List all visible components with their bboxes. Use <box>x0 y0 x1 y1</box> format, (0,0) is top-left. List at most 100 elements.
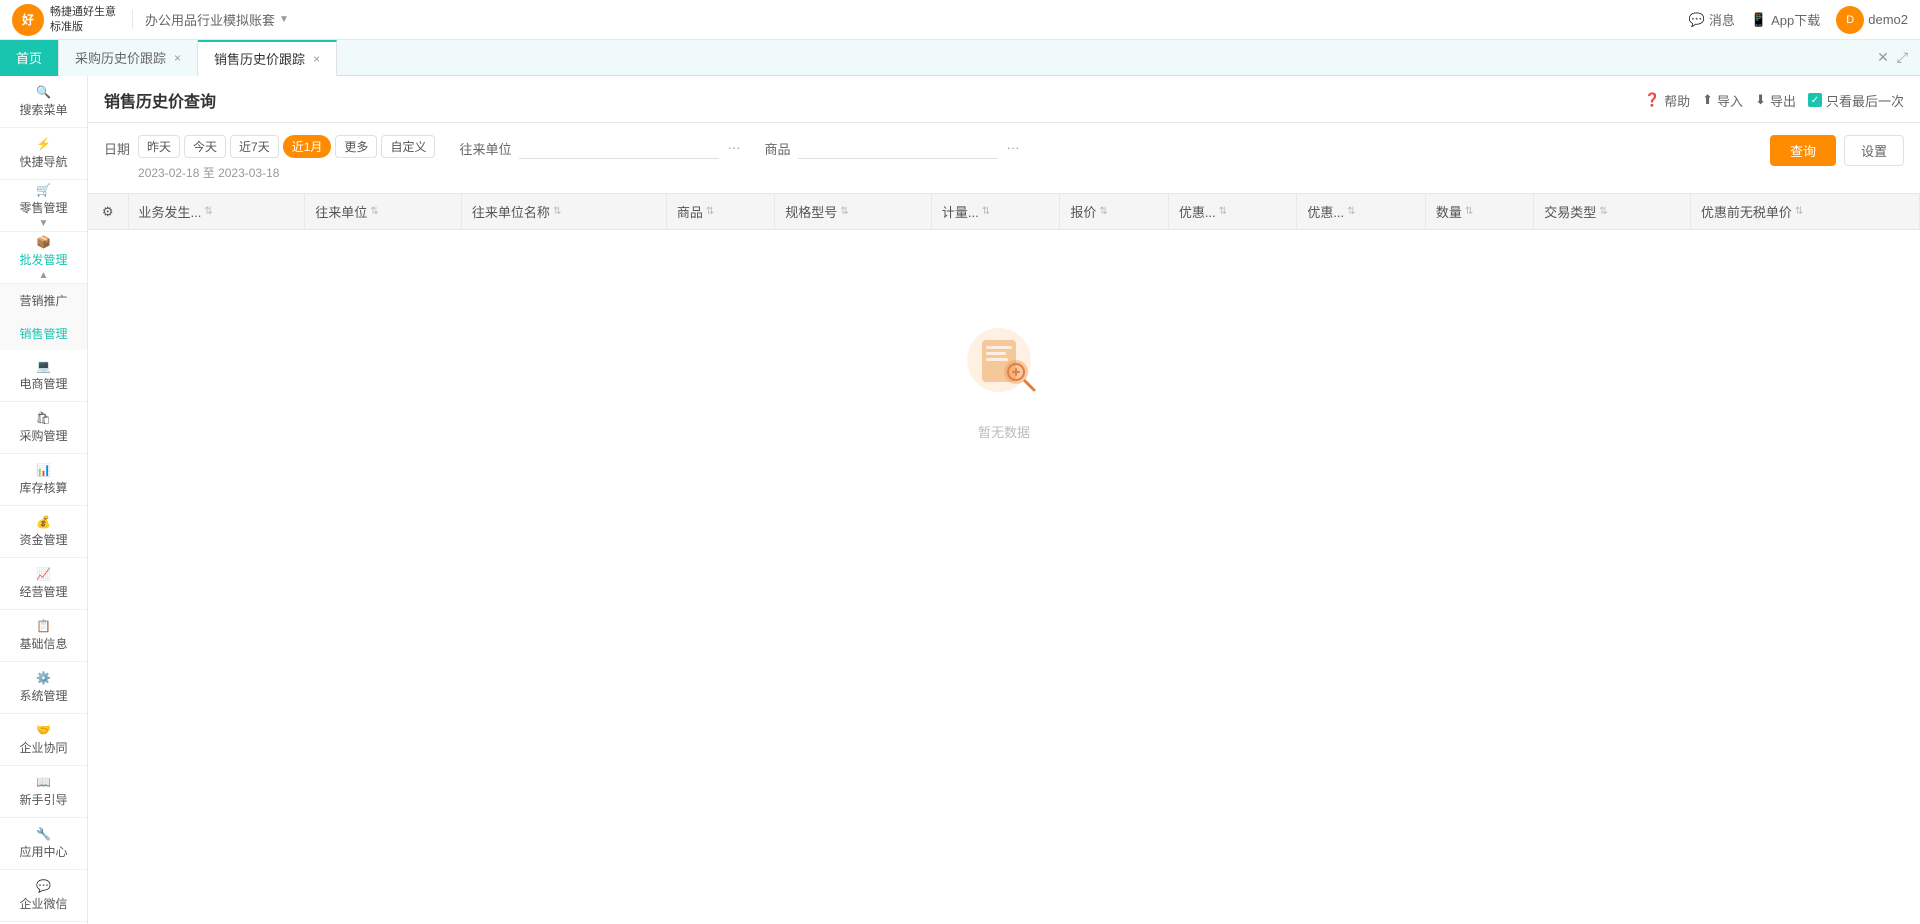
system-icon: ⚙️ <box>36 671 51 685</box>
download-icon: 📱 <box>1751 12 1767 28</box>
sidebar-item-system[interactable]: ⚙️ 系统管理 <box>0 662 87 714</box>
sort-quantity-icon: ⇅ <box>1465 206 1473 217</box>
empty-text: 暂无数据 <box>978 422 1030 441</box>
table-header-gear[interactable]: ⚙ <box>88 194 128 230</box>
sidebar-item-marketing[interactable]: 营销推广 <box>0 284 87 317</box>
home-tab-label: 首页 <box>16 48 42 67</box>
date-btn-more[interactable]: 更多 <box>335 135 377 158</box>
table-header-partner-code[interactable]: 往来单位 ⇅ <box>305 194 462 230</box>
tab-purchase-history[interactable]: 采购历史价跟踪 × <box>59 40 198 76</box>
date-btn-1month[interactable]: 近1月 <box>283 135 332 158</box>
partner-input[interactable] <box>519 135 719 159</box>
table-header-partner-name[interactable]: 往来单位名称 ⇅ <box>461 194 666 230</box>
product-input-group: ··· <box>798 135 1019 159</box>
sidebar-item-operation[interactable]: 📈 经营管理 <box>0 558 87 610</box>
inventory-icon: 📊 <box>36 463 51 477</box>
table-header-pre-tax-price[interactable]: 优惠前无税单价 ⇅ <box>1690 194 1919 230</box>
import-button[interactable]: ⬆ 导入 <box>1702 91 1743 110</box>
table-header-price[interactable]: 报价 ⇅ <box>1060 194 1168 230</box>
basic-icon: 📋 <box>36 619 51 633</box>
table-header-biz-date[interactable]: 业务发生... ⇅ <box>128 194 305 230</box>
message-icon: 💬 <box>1689 12 1705 28</box>
purchase-history-tab-label: 采购历史价跟踪 <box>75 48 166 67</box>
help-button[interactable]: ❓ 帮助 <box>1644 91 1690 110</box>
app-selector[interactable]: 办公用品行业模拟账套 ▼ <box>132 10 289 29</box>
partner-input-group: ··· <box>519 135 740 159</box>
date-btn-7days[interactable]: 近7天 <box>230 135 279 158</box>
sidebar-item-wholesale[interactable]: 📦 批发管理 ▲ <box>0 232 87 284</box>
logo-text: 畅捷通好生意 标准版 <box>50 5 116 34</box>
close-purchase-tab-icon[interactable]: × <box>174 51 181 65</box>
message-button[interactable]: 💬 消息 <box>1689 10 1735 29</box>
sidebar-item-wechat[interactable]: 💬 企业微信 <box>0 870 87 922</box>
close-window-icon[interactable]: ✕ <box>1877 49 1889 66</box>
tab-home[interactable]: 首页 <box>0 40 59 76</box>
maximize-icon[interactable]: ⤢ <box>1897 49 1908 66</box>
tab-sales-history[interactable]: 销售历史价跟踪 × <box>198 40 337 76</box>
newbie-icon: 📖 <box>36 775 51 789</box>
topbar: 好 畅捷通好生意 标准版 办公用品行业模拟账套 ▼ 💬 消息 📱 App下载 D… <box>0 0 1920 40</box>
export-button[interactable]: ⬇ 导出 <box>1755 91 1796 110</box>
retail-icon: 🛒 <box>36 183 51 197</box>
help-icon: ❓ <box>1644 92 1660 108</box>
content-area: 销售历史价查询 ❓ 帮助 ⬆ 导入 ⬇ 导出 只看最后一次 <box>88 76 1920 924</box>
sidebar-item-appstore[interactable]: 🔧 应用中心 <box>0 818 87 870</box>
ecommerce-icon: 💻 <box>36 359 51 373</box>
product-input[interactable] <box>798 135 998 159</box>
filter-right: 查询 设置 <box>1770 135 1904 166</box>
sidebar: 🔍 搜索菜单 ⚡ 快捷导航 🛒 零售管理 ▼ 📦 批发管理 ▲ 营销推广 销售管… <box>0 76 88 924</box>
table-container: ⚙ 业务发生... ⇅ 往来单位 ⇅ <box>88 194 1920 924</box>
table-header-quantity[interactable]: 数量 ⇅ <box>1425 194 1533 230</box>
setting-button[interactable]: 设置 <box>1844 135 1904 166</box>
app-download-button[interactable]: 📱 App下载 <box>1751 10 1820 29</box>
sidebar-item-newbie[interactable]: 📖 新手引导 <box>0 766 87 818</box>
sidebar-item-purchase[interactable]: 🛍 采购管理 <box>0 402 87 454</box>
purchase-icon: 🛍 <box>36 411 51 425</box>
main-layout: 🔍 搜索菜单 ⚡ 快捷导航 🛒 零售管理 ▼ 📦 批发管理 ▲ 营销推广 销售管… <box>0 76 1920 924</box>
sort-discount1-icon: ⇅ <box>1219 206 1227 217</box>
chevron-down-icon: ▼ <box>279 14 289 25</box>
data-table: ⚙ 业务发生... ⇅ 往来单位 ⇅ <box>88 194 1920 230</box>
show-last-checkbox[interactable] <box>1808 93 1822 107</box>
sort-product-icon: ⇅ <box>706 206 714 217</box>
table-header-discount1[interactable]: 优惠... ⇅ <box>1168 194 1297 230</box>
sidebar-item-sales[interactable]: 销售管理 <box>0 317 87 350</box>
partner-picker-icon[interactable]: ··· <box>727 140 740 155</box>
sidebar-wholesale-expanded: 营销推广 销售管理 <box>0 284 87 350</box>
date-btn-yesterday[interactable]: 昨天 <box>138 135 180 158</box>
table-header-discount2[interactable]: 优惠... ⇅ <box>1297 194 1426 230</box>
sidebar-item-retail[interactable]: 🛒 零售管理 ▼ <box>0 180 87 232</box>
tabbar: 首页 采购历史价跟踪 × 销售历史价跟踪 × ✕ ⤢ <box>0 40 1920 76</box>
table-header-unit[interactable]: 计量... ⇅ <box>931 194 1060 230</box>
sort-trade-type-icon: ⇅ <box>1599 206 1607 217</box>
query-button[interactable]: 查询 <box>1770 135 1836 166</box>
operation-icon: 📈 <box>36 567 51 581</box>
topbar-left: 好 畅捷通好生意 标准版 办公用品行业模拟账套 ▼ <box>12 4 289 36</box>
product-filter-group: 商品 ··· <box>764 135 1019 159</box>
sidebar-item-finance[interactable]: 💰 资金管理 <box>0 506 87 558</box>
filter-area: 日期 昨天 今天 近7天 近1月 更多 自定义 2023-02-18 至 202… <box>88 123 1920 194</box>
shortcut-icon: ⚡ <box>36 137 51 151</box>
table-header-spec[interactable]: 规格型号 ⇅ <box>775 194 932 230</box>
table-header-trade-type[interactable]: 交易类型 ⇅ <box>1534 194 1691 230</box>
date-btn-custom[interactable]: 自定义 <box>381 135 435 158</box>
user-menu[interactable]: D demo2 <box>1836 6 1908 34</box>
sidebar-item-inventory[interactable]: 📊 库存核算 <box>0 454 87 506</box>
sort-unit-icon: ⇅ <box>982 206 990 217</box>
show-last-checkbox-group[interactable]: 只看最后一次 <box>1808 91 1904 110</box>
appstore-icon: 🔧 <box>36 827 51 841</box>
sidebar-item-search[interactable]: 🔍 搜索菜单 <box>0 76 87 128</box>
product-picker-icon[interactable]: ··· <box>1006 140 1019 155</box>
product-filter-label: 商品 <box>764 139 790 158</box>
date-buttons: 昨天 今天 近7天 近1月 更多 自定义 <box>138 135 435 158</box>
table-header-product[interactable]: 商品 ⇅ <box>666 194 774 230</box>
sidebar-item-basic[interactable]: 📋 基础信息 <box>0 610 87 662</box>
page-header: 销售历史价查询 ❓ 帮助 ⬆ 导入 ⬇ 导出 只看最后一次 <box>88 76 1920 123</box>
close-sales-tab-icon[interactable]: × <box>313 52 320 66</box>
sidebar-item-ecommerce[interactable]: 💻 电商管理 <box>0 350 87 402</box>
sidebar-item-shortcut[interactable]: ⚡ 快捷导航 <box>0 128 87 180</box>
wholesale-expand-icon: ▲ <box>39 270 49 281</box>
date-btn-today[interactable]: 今天 <box>184 135 226 158</box>
tabbar-actions: ✕ ⤢ <box>1877 49 1920 66</box>
sidebar-item-enterprise[interactable]: 🤝 企业协同 <box>0 714 87 766</box>
